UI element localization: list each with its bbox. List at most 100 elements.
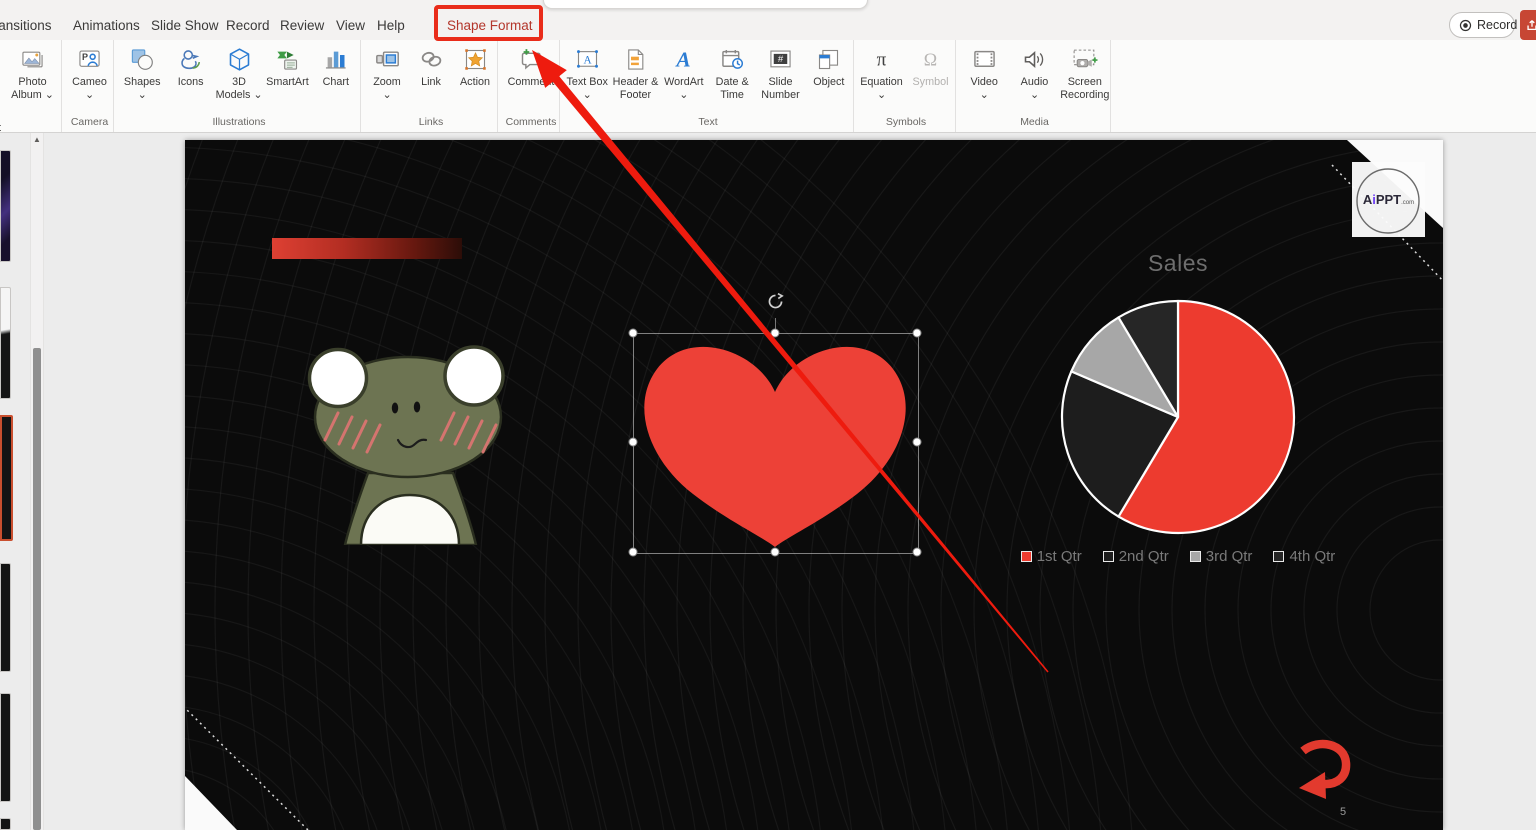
ribbon-button-smartart[interactable]: SmartArt	[263, 46, 311, 89]
ribbon-button-object[interactable]: Object	[805, 46, 853, 89]
ribbon-button-zoom[interactable]: Zoom ⌄	[365, 46, 409, 102]
ribbon: t Photo Album ⌄PCameo ⌄CameraShapes ⌄Ico…	[0, 40, 1536, 134]
resize-handle-se[interactable]	[912, 547, 922, 557]
search-box[interactable]	[543, 0, 868, 9]
action-icon	[462, 46, 489, 73]
audio-icon	[1021, 46, 1048, 73]
ribbon-button-label: 3D Models ⌄	[215, 76, 263, 101]
ribbon-button-symbol[interactable]: Ω Symbol	[906, 46, 955, 89]
resize-handle-n[interactable]	[770, 328, 780, 338]
red-gradient-bar-shape[interactable]	[272, 238, 462, 259]
symbol-icon: Ω	[917, 46, 944, 73]
link-icon	[418, 46, 445, 73]
scrollbar-thumb[interactable]	[33, 348, 41, 830]
ribbon-group-leftmost: Photo Album ⌄	[4, 40, 62, 132]
ribbon-button-3d-models[interactable]: 3D Models ⌄	[215, 46, 263, 102]
3d-models-icon	[226, 46, 253, 73]
record-button[interactable]: Record	[1449, 12, 1517, 38]
aippt-logo[interactable]: AiPPT.com	[1352, 162, 1425, 237]
ribbon-button-label: Photo Album ⌄	[11, 76, 54, 101]
smartart-icon	[274, 46, 301, 73]
ribbon-group-links: Zoom ⌄ Link Action Links	[365, 40, 498, 132]
slide-thumbnail-6[interactable]	[0, 818, 11, 830]
ribbon-button-comment[interactable]: Comment	[503, 46, 559, 89]
ribbon-button-label: Icons	[177, 76, 204, 88]
ribbon-button-photo-album[interactable]: Photo Album ⌄	[4, 46, 61, 102]
ribbon-button-screen-recording[interactable]: Screen Recording	[1060, 46, 1110, 102]
chart-legend[interactable]: 1st Qtr 2nd Qtr 3rd Qtr 4th Qtr	[978, 548, 1378, 565]
legend-item-1st-qtr[interactable]: 1st Qtr	[1020, 548, 1082, 565]
equation-icon: π	[868, 46, 895, 73]
chart-title[interactable]: Sales	[1078, 250, 1278, 277]
svg-text:A: A	[583, 54, 592, 66]
slide-thumbnail-5[interactable]	[0, 693, 11, 802]
resize-handle-ne[interactable]	[912, 328, 922, 338]
resize-handle-sw[interactable]	[628, 547, 638, 557]
ribbon-group-label: Illustrations	[212, 116, 266, 128]
slide-thumbnail-4[interactable]	[0, 563, 11, 672]
resize-handle-e[interactable]	[912, 437, 922, 447]
resize-handle-s[interactable]	[770, 547, 780, 557]
ribbon-button-text-box[interactable]: A Text Box ⌄	[563, 46, 611, 102]
ribbon-button-label: Chart	[322, 76, 350, 88]
menu-tab-help[interactable]: Help	[377, 18, 405, 33]
menu-tab-view[interactable]: View	[336, 18, 365, 33]
svg-text:P: P	[82, 52, 88, 62]
logo-text: AiPPT.com	[1362, 192, 1415, 207]
ribbon-button-video[interactable]: Video ⌄	[959, 46, 1009, 102]
ribbon-button-slide-number[interactable]: # Slide Number	[756, 46, 804, 102]
wordart-icon: A	[670, 46, 697, 73]
ribbon-button-label: Text Box ⌄	[566, 76, 608, 101]
menu-tab-shape-format[interactable]: Shape Format	[447, 18, 533, 33]
zoom-icon	[374, 46, 401, 73]
photo-album-icon	[19, 46, 46, 73]
ribbon-button-cameo[interactable]: P Cameo ⌄	[66, 46, 113, 102]
screen-recording-icon	[1071, 46, 1098, 73]
ribbon-button-label: Symbol	[912, 76, 949, 88]
slide-thumbnail-3[interactable]	[0, 415, 13, 541]
legend-item-4th-qtr[interactable]: 4th Qtr	[1273, 548, 1335, 565]
ribbon-button-date-time[interactable]: Date & Time	[708, 46, 756, 102]
ribbon-button-label: Zoom ⌄	[373, 76, 401, 101]
menu-bar: Transitions Animations Slide Show Record Rev…	[0, 0, 1536, 40]
ribbon-button-equation[interactable]: π Equation ⌄	[857, 46, 906, 102]
resize-handle-nw[interactable]	[628, 328, 638, 338]
ribbon-button-audio[interactable]: Audio ⌄	[1009, 46, 1059, 102]
ribbon-button-link[interactable]: Link	[409, 46, 453, 89]
resize-handle-w[interactable]	[628, 437, 638, 447]
ribbon-button-label: SmartArt	[266, 76, 309, 88]
ribbon-button-wordart[interactable]: A WordArt ⌄	[660, 46, 708, 102]
ribbon-group-label: Comments	[505, 116, 557, 128]
svg-text:#: #	[778, 54, 784, 65]
sales-pie-chart[interactable]	[1058, 297, 1298, 537]
menu-tab-animations[interactable]: Animations	[73, 18, 140, 33]
legend-item-2nd-qtr[interactable]: 2nd Qtr	[1102, 548, 1169, 565]
menu-tab-record[interactable]: Record	[226, 18, 270, 33]
ribbon-button-label: Video ⌄	[970, 76, 998, 101]
ribbon-button-shapes[interactable]: Shapes ⌄	[118, 46, 166, 102]
svg-text:A: A	[675, 47, 691, 71]
ribbon-button-icons[interactable]: Icons	[166, 46, 214, 89]
scrollbar-up-arrow[interactable]: ▲	[31, 135, 43, 144]
icons-icon	[177, 46, 204, 73]
curved-arrow-shape[interactable]	[1295, 736, 1353, 800]
menu-tab-slide-show[interactable]: Slide Show	[151, 18, 219, 33]
ribbon-button-label: Date & Time	[715, 76, 749, 101]
slide-canvas[interactable]: Sales 1st Qtr 2nd Qtr 3rd Qtr 4th Qtr AiPPT…	[185, 140, 1443, 830]
ribbon-group-media: Video ⌄ Audio ⌄ Screen Recording Media	[959, 40, 1111, 132]
legend-item-3rd-qtr[interactable]: 3rd Qtr	[1189, 548, 1252, 565]
slide-thumbnail-2[interactable]	[0, 287, 11, 399]
ribbon-button-action[interactable]: Action	[453, 46, 497, 89]
rotate-handle[interactable]	[767, 293, 784, 310]
ribbon-button-header-footer[interactable]: Header & Footer	[611, 46, 659, 102]
header-footer-icon	[622, 46, 649, 73]
frog-illustration[interactable]	[298, 345, 523, 545]
ribbon-button-chart[interactable]: Chart	[312, 46, 360, 89]
slide-thumbnail-1[interactable]	[0, 150, 11, 262]
menu-tab-review[interactable]: Review	[280, 18, 324, 33]
ribbon-button-label: Audio ⌄	[1020, 76, 1049, 101]
slide-number-icon: #	[767, 46, 794, 73]
share-button[interactable]	[1520, 10, 1536, 40]
heart-shape[interactable]	[637, 336, 913, 548]
menu-tab-transitions[interactable]: Transitions	[0, 18, 52, 33]
